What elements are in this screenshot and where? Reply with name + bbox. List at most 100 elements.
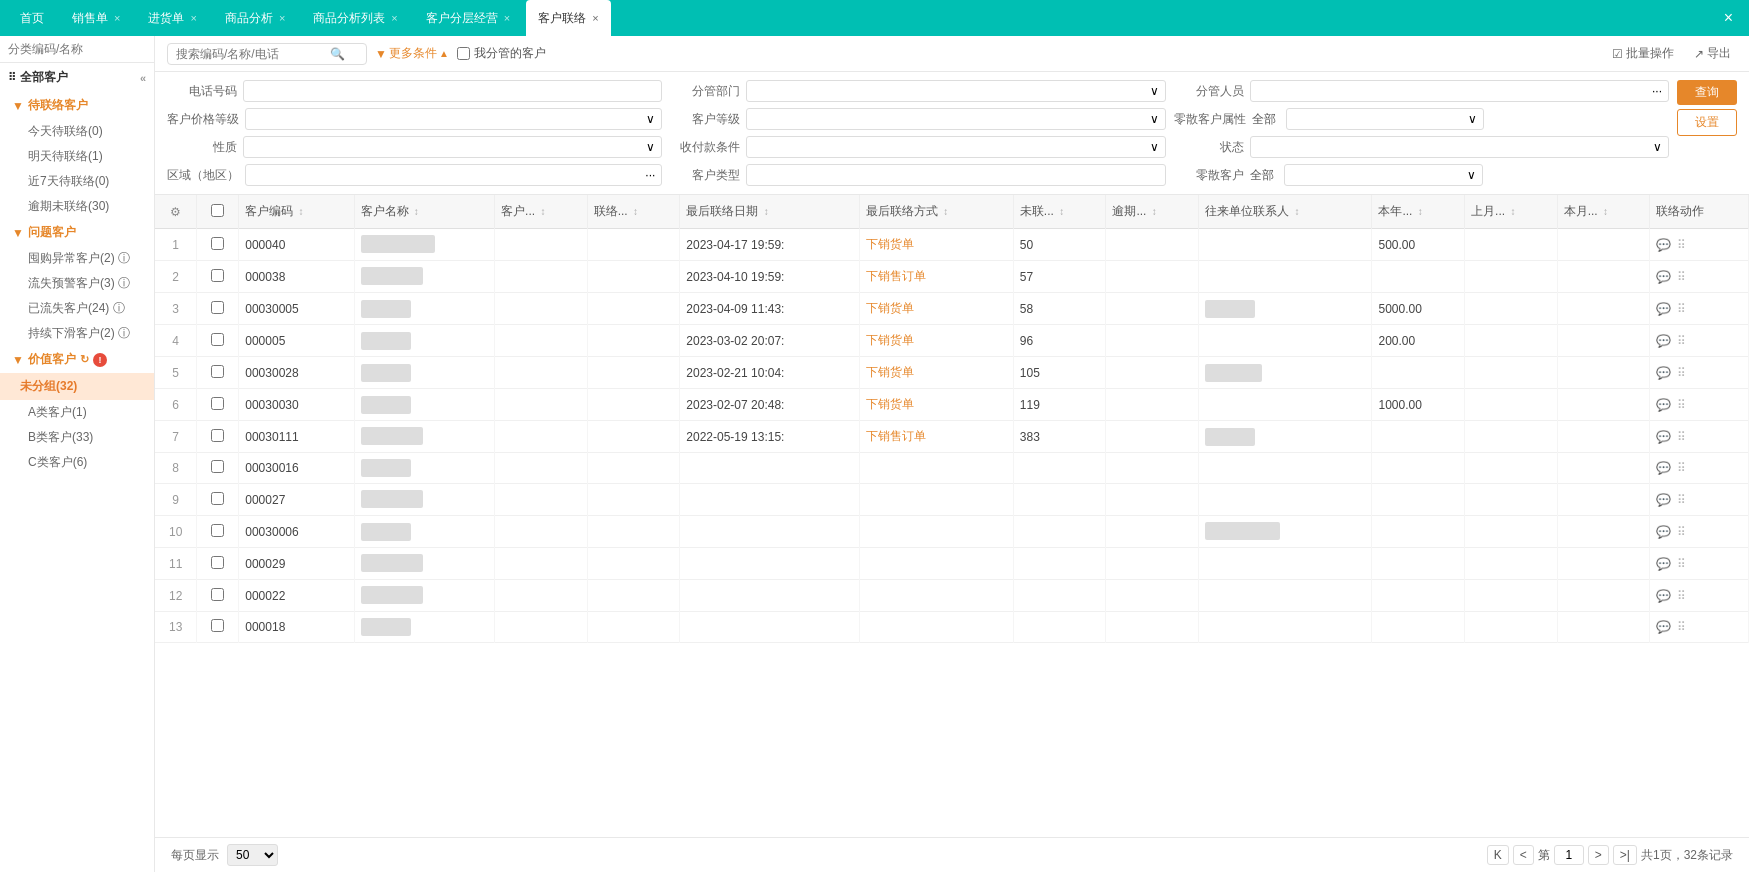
th-this-month[interactable]: 本月... ↕ bbox=[1557, 195, 1650, 229]
sidebar-item-churned[interactable]: 已流失客户(24) ⓘ bbox=[0, 296, 154, 321]
row-checkbox[interactable] bbox=[211, 397, 224, 410]
page-number-input[interactable] bbox=[1554, 845, 1584, 865]
cell-actions[interactable]: 💬 ⠿ bbox=[1650, 516, 1749, 548]
payment-select[interactable]: ∨ bbox=[746, 136, 1165, 158]
customer-type-input[interactable] bbox=[746, 164, 1165, 186]
close-product-analysis-icon[interactable]: × bbox=[279, 12, 285, 24]
close-customer-tier-icon[interactable]: × bbox=[504, 12, 510, 24]
cell-checkbox[interactable] bbox=[197, 453, 239, 484]
sidebar-group-pending[interactable]: ▼ 待联络客户 bbox=[0, 92, 154, 119]
cell-checkbox[interactable] bbox=[197, 389, 239, 421]
cell-actions[interactable]: 💬 ⠿ bbox=[1650, 293, 1749, 325]
manager-select[interactable]: ··· bbox=[1250, 80, 1669, 102]
export-button[interactable]: ↗ 导出 bbox=[1688, 42, 1737, 65]
nav-product-list[interactable]: 商品分析列表 × bbox=[301, 0, 409, 36]
last-method-link[interactable]: 下销货单 bbox=[866, 301, 914, 315]
cell-actions[interactable]: 💬 ⠿ bbox=[1650, 229, 1749, 261]
cell-actions[interactable]: 💬 ⠿ bbox=[1650, 453, 1749, 484]
search-box[interactable]: 🔍 bbox=[167, 43, 367, 65]
cell-actions[interactable]: 💬 ⠿ bbox=[1650, 357, 1749, 389]
th-settings[interactable]: ⚙ bbox=[155, 195, 197, 229]
sidebar-item-7days[interactable]: 近7天待联络(0) bbox=[0, 169, 154, 194]
chat-icon[interactable]: 💬 bbox=[1656, 525, 1671, 539]
menu-icon[interactable]: ⠿ bbox=[1677, 334, 1686, 348]
chat-icon[interactable]: 💬 bbox=[1656, 493, 1671, 507]
last-method-link[interactable]: 下销售订单 bbox=[866, 429, 926, 443]
sidebar-item-today[interactable]: 今天待联络(0) bbox=[0, 119, 154, 144]
th-name[interactable]: 客户名称 ↕ bbox=[354, 195, 495, 229]
select-all-checkbox[interactable] bbox=[211, 204, 224, 217]
cell-last-method[interactable]: 下销售订单 bbox=[859, 261, 1013, 293]
refresh-icon[interactable]: ↻ bbox=[80, 353, 89, 366]
nature-select[interactable]: ∨ bbox=[243, 136, 662, 158]
close-window-button[interactable]: × bbox=[1716, 9, 1741, 27]
cell-checkbox[interactable] bbox=[197, 357, 239, 389]
close-purchase-icon[interactable]: × bbox=[190, 12, 196, 24]
chat-icon[interactable]: 💬 bbox=[1656, 557, 1671, 571]
cell-last-method[interactable]: 下销货单 bbox=[859, 293, 1013, 325]
chat-icon[interactable]: 💬 bbox=[1656, 334, 1671, 348]
th-code[interactable]: 客户编码 ↕ bbox=[239, 195, 354, 229]
cell-last-method[interactable]: 下销货单 bbox=[859, 389, 1013, 421]
menu-icon[interactable]: ⠿ bbox=[1677, 270, 1686, 284]
sidebar-item-class-b[interactable]: B类客户(33) bbox=[0, 425, 154, 450]
phone-input[interactable] bbox=[243, 80, 662, 102]
collapse-all-icon[interactable]: « bbox=[140, 72, 146, 84]
last-method-link[interactable]: 下销货单 bbox=[866, 397, 914, 411]
menu-icon[interactable]: ⠿ bbox=[1677, 493, 1686, 507]
status-select[interactable]: ∨ bbox=[1250, 136, 1669, 158]
chat-icon[interactable]: 💬 bbox=[1656, 302, 1671, 316]
nav-product-analysis[interactable]: 商品分析 × bbox=[213, 0, 297, 36]
nav-purchase[interactable]: 进货单 × bbox=[136, 0, 208, 36]
region-select[interactable]: ··· bbox=[245, 164, 662, 186]
cell-checkbox[interactable] bbox=[197, 421, 239, 453]
customer-grade-select[interactable]: ∨ bbox=[746, 108, 1165, 130]
menu-icon[interactable]: ⠿ bbox=[1677, 430, 1686, 444]
th-contact-person[interactable]: 往来单位联系人 ↕ bbox=[1199, 195, 1372, 229]
cell-checkbox[interactable] bbox=[197, 548, 239, 580]
cell-actions[interactable]: 💬 ⠿ bbox=[1650, 548, 1749, 580]
th-contact[interactable]: 联络... ↕ bbox=[587, 195, 680, 229]
price-grade-select[interactable]: ∨ bbox=[245, 108, 662, 130]
sidebar-group-problem[interactable]: ▼ 问题客户 bbox=[0, 219, 154, 246]
next-page-button[interactable]: > bbox=[1588, 845, 1609, 865]
sidebar-item-declining[interactable]: 持续下滑客户(2) ⓘ bbox=[0, 321, 154, 346]
menu-icon[interactable]: ⠿ bbox=[1677, 557, 1686, 571]
th-no-contact[interactable]: 未联... ↕ bbox=[1013, 195, 1106, 229]
sidebar-item-abnormal[interactable]: 囤购异常客户(2) ⓘ bbox=[0, 246, 154, 271]
per-page-select[interactable]: 50 100 200 bbox=[227, 844, 278, 866]
my-customers-check[interactable] bbox=[457, 47, 470, 60]
menu-icon[interactable]: ⠿ bbox=[1677, 589, 1686, 603]
sidebar-all-customers[interactable]: ⠿ 全部客户 « bbox=[0, 63, 154, 92]
cell-actions[interactable]: 💬 ⠿ bbox=[1650, 389, 1749, 421]
scatter-attr-select[interactable]: ∨ bbox=[1286, 108, 1485, 130]
sidebar-search-bar[interactable]: 🔍 bbox=[0, 36, 154, 63]
chat-icon[interactable]: 💬 bbox=[1656, 366, 1671, 380]
th-last-month[interactable]: 上月... ↕ bbox=[1465, 195, 1558, 229]
chat-icon[interactable]: 💬 bbox=[1656, 589, 1671, 603]
close-customer-contact-icon[interactable]: × bbox=[592, 12, 598, 24]
row-checkbox[interactable] bbox=[211, 492, 224, 505]
cell-checkbox[interactable] bbox=[197, 580, 239, 612]
last-method-link[interactable]: 下销售订单 bbox=[866, 269, 926, 283]
scatter-customer-select[interactable]: ∨ bbox=[1284, 164, 1484, 186]
cell-checkbox[interactable] bbox=[197, 484, 239, 516]
my-customers-checkbox[interactable]: 我分管的客户 bbox=[457, 45, 546, 62]
cell-actions[interactable]: 💬 ⠿ bbox=[1650, 421, 1749, 453]
batch-ops-button[interactable]: ☑ 批量操作 bbox=[1606, 42, 1680, 65]
chat-icon[interactable]: 💬 bbox=[1656, 430, 1671, 444]
sidebar-group-value[interactable]: ▼ 价值客户 ↻ ! bbox=[0, 346, 154, 373]
search-icon[interactable]: 🔍 bbox=[330, 47, 345, 61]
menu-icon[interactable]: ⠿ bbox=[1677, 366, 1686, 380]
menu-icon[interactable]: ⠿ bbox=[1677, 302, 1686, 316]
cell-checkbox[interactable] bbox=[197, 293, 239, 325]
sidebar-item-tomorrow[interactable]: 明天待联络(1) bbox=[0, 144, 154, 169]
chat-icon[interactable]: 💬 bbox=[1656, 398, 1671, 412]
menu-icon[interactable]: ⠿ bbox=[1677, 461, 1686, 475]
cell-actions[interactable]: 💬 ⠿ bbox=[1650, 612, 1749, 643]
cell-checkbox[interactable] bbox=[197, 229, 239, 261]
dept-select[interactable]: ∨ bbox=[746, 80, 1165, 102]
th-this-year[interactable]: 本年... ↕ bbox=[1372, 195, 1465, 229]
cell-last-method[interactable]: 下销售订单 bbox=[859, 421, 1013, 453]
nav-sales[interactable]: 销售单 × bbox=[60, 0, 132, 36]
